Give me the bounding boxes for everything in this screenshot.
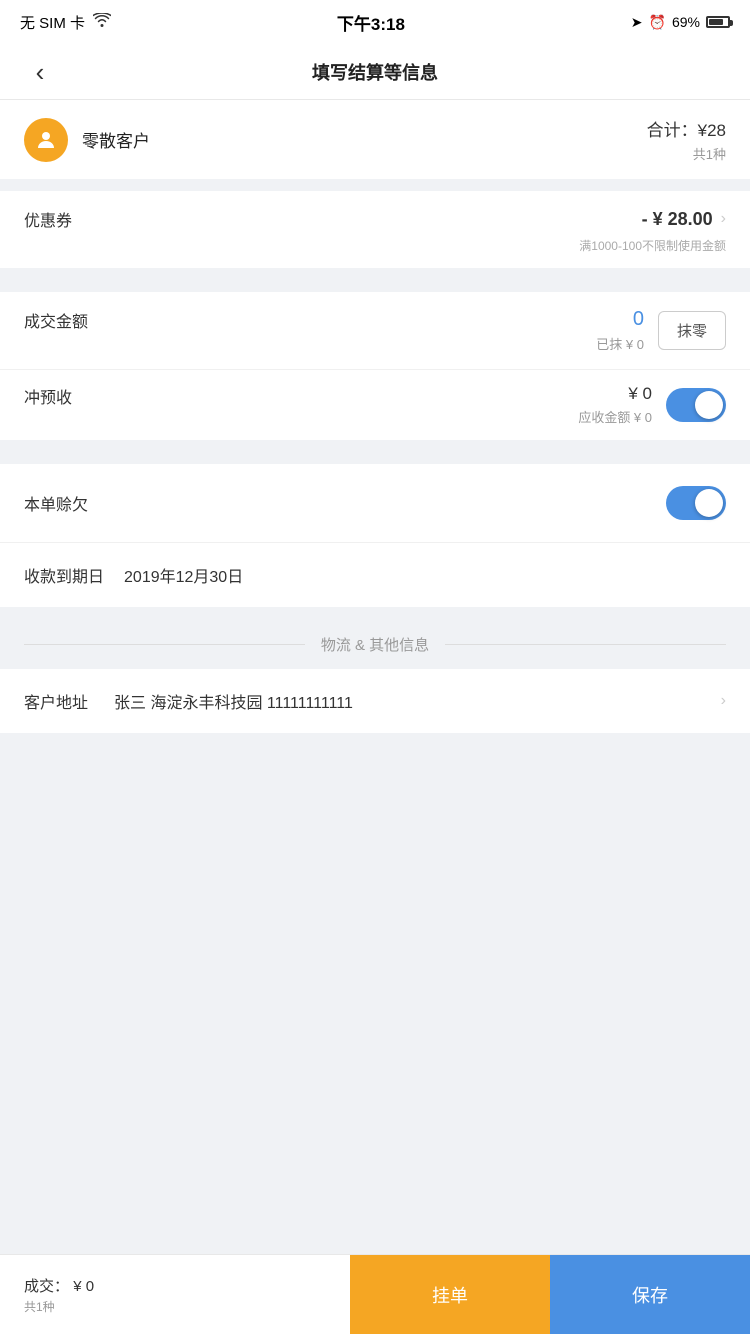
section-divider-1 — [0, 280, 750, 292]
transaction-label: 成交金额 — [24, 308, 104, 332]
coupon-chevron-icon: › — [721, 210, 726, 228]
bottom-summary: 成交： ¥ 0 共1种 — [0, 1275, 350, 1315]
status-left: 无 SIM 卡 — [20, 12, 111, 33]
carrier-label: 无 SIM 卡 — [20, 12, 85, 33]
prepayment-label: 冲预收 — [24, 384, 104, 408]
status-time: 下午3:18 — [337, 10, 405, 35]
customer-card: 零散客户 合计：¥28 共1种 — [0, 100, 750, 179]
battery-percent: 69% — [672, 14, 700, 30]
round-zero-button[interactable]: 抹零 — [658, 311, 726, 350]
section-divider-2 — [0, 452, 750, 464]
status-right: ➤ ⏰ 69% — [631, 14, 730, 31]
wifi-icon — [93, 13, 111, 31]
coupon-row: 优惠券 - ¥ 28.00 › — [0, 191, 750, 237]
prepayment-value-col: ¥ 0 应收金额 ¥ 0 — [578, 384, 652, 426]
bottom-count: 共1种 — [24, 1298, 326, 1315]
prepayment-sub: 应收金额 ¥ 0 — [578, 407, 652, 426]
bottom-deal-value: ¥ 0 — [73, 1278, 94, 1295]
coupon-right: - ¥ 28.00 › — [642, 209, 726, 230]
bottom-deal-label: 成交： — [24, 1278, 69, 1295]
debit-toggle[interactable] — [666, 486, 726, 520]
logistics-label: 物流 & 其他信息 — [305, 634, 445, 655]
transaction-right: 0 已抹 ¥ 0 抹零 — [596, 308, 726, 353]
coupon-label: 优惠券 — [24, 207, 104, 231]
alarm-icon: ⏰ — [649, 14, 666, 31]
due-date-value: 2019年12月30日 — [124, 563, 243, 587]
status-bar: 无 SIM 卡 下午3:18 ➤ ⏰ 69% — [0, 0, 750, 44]
location-icon: ➤ — [631, 14, 643, 31]
toggle-knob — [695, 391, 723, 419]
coupon-card[interactable]: 优惠券 - ¥ 28.00 › 满1000-100不限制使用金额 — [0, 191, 750, 268]
customer-summary: 合计：¥28 共1种 — [647, 116, 726, 163]
hang-button[interactable]: 挂单 — [350, 1255, 550, 1334]
prepayment-main: ¥ 0 — [578, 384, 652, 404]
total-count: 共1种 — [647, 144, 726, 163]
customer-left: 零散客户 — [24, 118, 150, 162]
debit-card: 本单赊欠 收款到期日 2019年12月30日 — [0, 464, 750, 607]
battery-icon — [706, 16, 730, 28]
debit-toggle-knob — [695, 489, 723, 517]
nav-bar: ‹ 填写结算等信息 — [0, 44, 750, 100]
transaction-value-col: 0 已抹 ¥ 0 — [596, 308, 644, 353]
avatar — [24, 118, 68, 162]
address-card[interactable]: 客户地址 张三 海淀永丰科技园 11111111111 › — [0, 669, 750, 733]
due-date-label: 收款到期日 — [24, 563, 104, 587]
customer-row: 零散客户 合计：¥28 共1种 — [0, 100, 750, 179]
prepayment-right: ¥ 0 应收金额 ¥ 0 — [578, 384, 726, 426]
bottom-bar: 成交： ¥ 0 共1种 挂单 保存 — [0, 1254, 750, 1334]
debit-label: 本单赊欠 — [24, 491, 88, 515]
transaction-sub: 已抹 ¥ 0 — [596, 334, 644, 353]
address-value: 张三 海淀永丰科技园 11111111111 — [114, 689, 713, 713]
transaction-card: 成交金额 0 已抹 ¥ 0 抹零 冲预收 ¥ 0 应收金额 ¥ 0 — [0, 292, 750, 440]
prepayment-row: 冲预收 ¥ 0 应收金额 ¥ 0 — [0, 369, 750, 440]
save-button[interactable]: 保存 — [550, 1255, 750, 1334]
total-price: 合计：¥28 — [647, 116, 726, 141]
transaction-value: 0 — [596, 308, 644, 331]
prepayment-toggle[interactable] — [666, 388, 726, 422]
back-button[interactable]: ‹ — [20, 52, 60, 92]
logistics-section: 物流 & 其他信息 — [0, 619, 750, 669]
address-label: 客户地址 — [24, 689, 114, 713]
address-chevron-icon: › — [721, 692, 726, 710]
debit-row: 本单赊欠 — [0, 464, 750, 542]
bottom-deal-row: 成交： ¥ 0 — [24, 1275, 326, 1296]
page-title: 填写结算等信息 — [312, 59, 438, 85]
customer-name: 零散客户 — [82, 127, 150, 152]
coupon-amount: - ¥ 28.00 — [642, 209, 713, 230]
date-row: 收款到期日 2019年12月30日 — [0, 542, 750, 607]
content: 零散客户 合计：¥28 共1种 优惠券 - ¥ 28.00 › 满1000-10… — [0, 100, 750, 825]
coupon-desc: 满1000-100不限制使用金额 — [0, 237, 750, 268]
address-row[interactable]: 客户地址 张三 海淀永丰科技园 11111111111 › — [0, 669, 750, 733]
transaction-row: 成交金额 0 已抹 ¥ 0 抹零 — [0, 292, 750, 369]
